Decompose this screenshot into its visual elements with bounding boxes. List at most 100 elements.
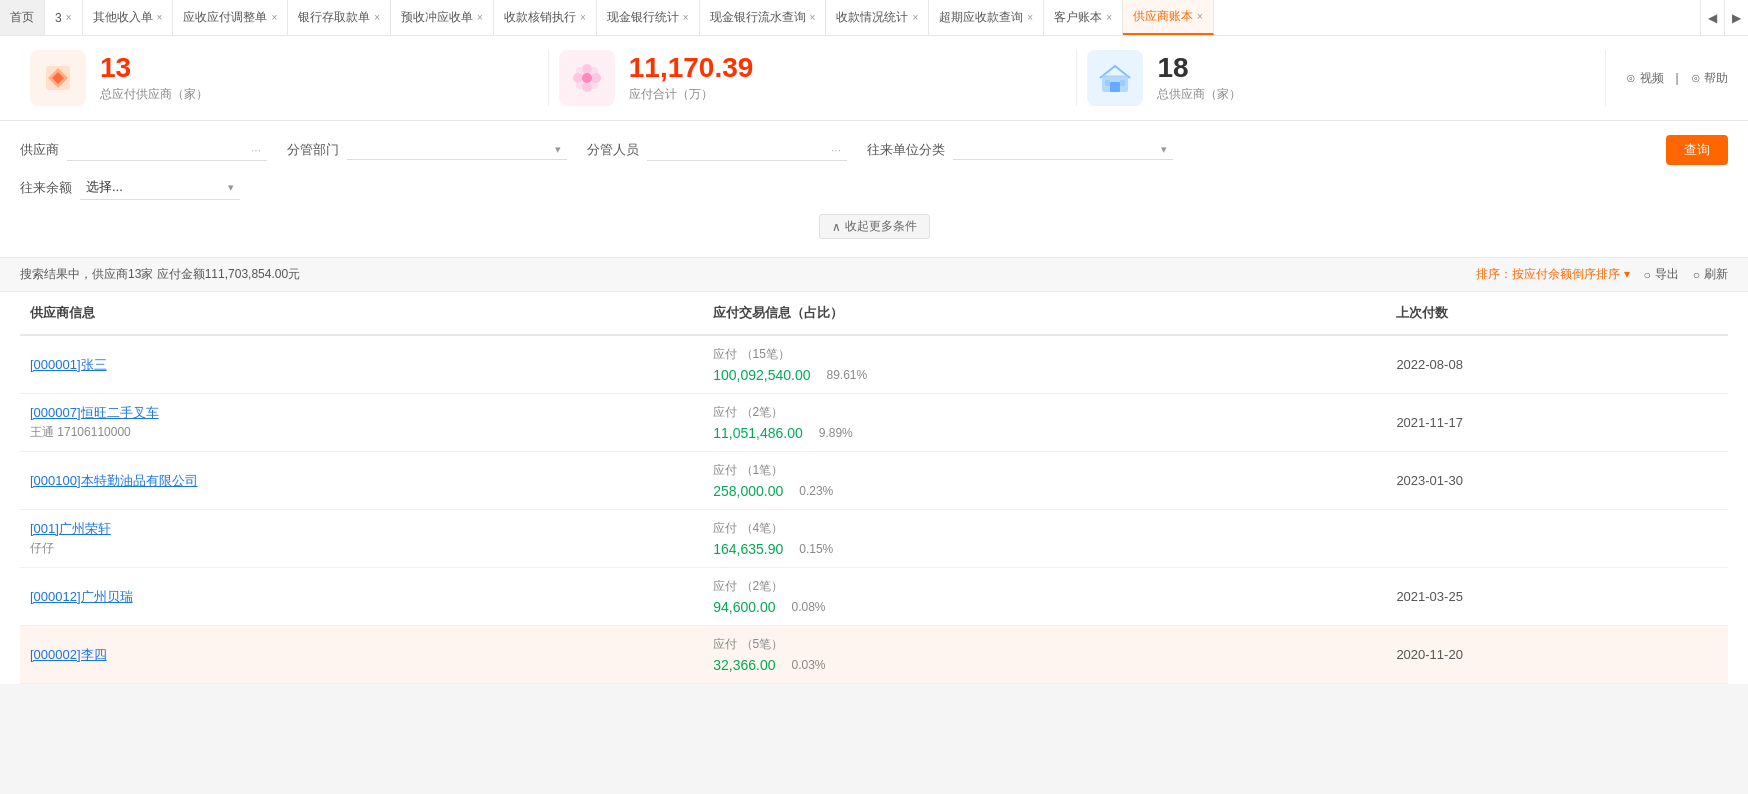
nav-tab-bank[interactable]: 银行存取款单 × [288, 0, 391, 35]
amount-value[interactable]: 11,051,486.00 [713, 425, 803, 441]
last-pay-cell: 2022-08-08 [1386, 335, 1728, 394]
nav-tab-overdue-close[interactable]: × [1027, 12, 1033, 23]
stat-total-suppliers: 18 总供应商（家） [1077, 50, 1606, 106]
collapse-button[interactable]: ∧ 收起更多条件 [819, 214, 930, 239]
amount-value[interactable]: 164,635.90 [713, 541, 783, 557]
tx-label: 应付 （4笔） [713, 520, 1376, 537]
nav-tab-verify-close[interactable]: × [580, 12, 586, 23]
sort-chevron-icon: ▾ [1624, 267, 1630, 281]
table-header: 供应商信息 应付交易信息（占比） 上次付数 [20, 292, 1728, 335]
collapse-icon: ∧ [832, 220, 841, 234]
nav-tab-flow-close[interactable]: × [810, 12, 816, 23]
nav-tab-overdue[interactable]: 超期应收款查询 × [929, 0, 1044, 35]
refresh-icon: ○ [1693, 268, 1700, 282]
category-label: 往来单位分类 [867, 141, 945, 159]
nav-tab-receipt-stat-close[interactable]: × [912, 12, 918, 23]
svg-point-12 [582, 73, 592, 83]
tx-label: 应付 （5笔） [713, 636, 1376, 653]
result-info-text: 搜索结果中，供应商13家 应付金额111,703,854.00元 [20, 266, 300, 283]
stat-payable-total-text: 11,170.39 应付合计（万） [629, 53, 754, 103]
stat-total-suppliers-number: 18 [1157, 53, 1241, 84]
person-label: 分管人员 [587, 141, 639, 159]
stat-payable-total-number: 11,170.39 [629, 53, 754, 84]
nav-tab-bank-label: 银行存取款单 [298, 9, 370, 26]
supplier-link[interactable]: [000100]本特勤油品有限公司 [30, 473, 198, 488]
nav-tab-cashbank[interactable]: 现金银行统计 × [597, 0, 700, 35]
header-separator: | [1676, 71, 1679, 85]
amount-value[interactable]: 100,092,540.00 [713, 367, 810, 383]
nav-tab-flow[interactable]: 现金银行流水查询 × [700, 0, 827, 35]
svg-rect-15 [1105, 80, 1110, 86]
supplier-link[interactable]: [000007]恒旺二手叉车 [30, 405, 159, 420]
percent-value: 0.08% [791, 600, 825, 614]
header-video-link[interactable]: ⊙ 视频 [1626, 70, 1663, 87]
stat-payable-suppliers: 13 总应付供应商（家） [20, 50, 549, 106]
nav-tab-flow-label: 现金银行流水查询 [710, 9, 806, 26]
table-row: [000012]广州贝瑞应付 （2笔）94,600.000.08%2021-03… [20, 568, 1728, 626]
supplier-field: 供应商 ··· [20, 140, 267, 161]
nav-tab-3[interactable]: 3 × [45, 0, 83, 35]
nav-tab-supplier-ledger-close[interactable]: × [1197, 11, 1203, 22]
nav-tab-home[interactable]: 首页 [0, 0, 45, 35]
refresh-button[interactable]: ○ 刷新 [1693, 266, 1728, 283]
table-row: [000100]本特勤油品有限公司应付 （1笔）258,000.000.23%2… [20, 452, 1728, 510]
nav-tab-cashbank-close[interactable]: × [683, 12, 689, 23]
tx-label: 应付 （2笔） [713, 404, 1376, 421]
person-field: 分管人员 ··· [587, 140, 847, 161]
percent-value: 0.23% [799, 484, 833, 498]
nav-tab-customer-ledger-close[interactable]: × [1106, 12, 1112, 23]
amount-value[interactable]: 32,366.00 [713, 657, 775, 673]
supplier-link[interactable]: [001]广州荣轩 [30, 521, 111, 536]
nav-tab-other-income-label: 其他收入单 [93, 9, 153, 26]
export-button[interactable]: ○ 导出 [1644, 266, 1679, 283]
supplier-select[interactable]: ··· [67, 140, 267, 161]
nav-tab-other-income-close[interactable]: × [157, 12, 163, 23]
stats-bar: 13 总应付供应商（家） 11,170.39 应付合计（万） [0, 36, 1748, 121]
category-select[interactable]: ▾ [953, 140, 1173, 160]
balance-select[interactable]: 选择... ▾ [80, 175, 240, 200]
export-icon: ○ [1644, 268, 1651, 282]
supplier-link[interactable]: [000001]张三 [30, 357, 107, 372]
nav-tab-other-income[interactable]: 其他收入单 × [83, 0, 174, 35]
supplier-sub: 王通 17106110000 [30, 424, 693, 441]
nav-tab-verify-label: 收款核销执行 [504, 9, 576, 26]
nav-tab-adjust-close[interactable]: × [271, 12, 277, 23]
query-button[interactable]: 查询 [1666, 135, 1728, 165]
collapse-label: 收起更多条件 [845, 218, 917, 235]
data-table: 供应商信息 应付交易信息（占比） 上次付数 [000001]张三应付 （15笔）… [20, 292, 1728, 684]
dept-select[interactable]: ▾ [347, 140, 567, 160]
result-sort[interactable]: 排序：按应付余额倒序排序 ▾ [1476, 266, 1629, 283]
nav-next-button[interactable]: ▶ [1724, 0, 1748, 35]
table-row: [000007]恒旺二手叉车王通 17106110000 应付 （2笔） 11,05… [20, 394, 1728, 452]
nav-tab-advance-close[interactable]: × [477, 12, 483, 23]
supplier-info-cell: [001]广州荣轩仔仔 [20, 510, 703, 568]
supplier-dots-icon: ··· [251, 143, 261, 157]
tx-info-cell: 应付 （1笔）258,000.000.23% [703, 452, 1386, 510]
tx-info-cell: 应付 （5笔）32,366.000.03% [703, 626, 1386, 684]
balance-chevron-icon: ▾ [228, 181, 234, 194]
nav-tab-verify[interactable]: 收款核销执行 × [494, 0, 597, 35]
person-dots-icon: ··· [831, 143, 841, 157]
supplier-link[interactable]: [000012]广州贝瑞 [30, 589, 133, 604]
nav-tab-adjust[interactable]: 应收应付调整单 × [173, 0, 288, 35]
search-row-1: 供应商 ··· 分管部门 ▾ 分管人员 ··· 往来单位分类 ▾ [20, 135, 1728, 165]
person-select[interactable]: ··· [647, 140, 847, 161]
result-bar-right: 排序：按应付余额倒序排序 ▾ ○ 导出 ○ 刷新 [1476, 266, 1728, 283]
result-sort-label: 排序：按应付余额倒序排序 [1476, 267, 1620, 281]
nav-prev-button[interactable]: ◀ [1700, 0, 1724, 35]
amount-value[interactable]: 258,000.00 [713, 483, 783, 499]
table-row: [000001]张三应付 （15笔）100,092,540.0089.61%20… [20, 335, 1728, 394]
supplier-info-cell: [000002]李四 [20, 626, 703, 684]
nav-tab-customer-ledger[interactable]: 客户账本 × [1044, 0, 1123, 35]
nav-tab-3-close[interactable]: × [66, 12, 72, 23]
supplier-label: 供应商 [20, 141, 59, 159]
amount-value[interactable]: 94,600.00 [713, 599, 775, 615]
nav-tab-supplier-ledger[interactable]: 供应商账本 × [1123, 0, 1214, 35]
table-row: [001]广州荣轩仔仔应付 （4笔）164,635.900.15% [20, 510, 1728, 568]
nav-tab-bank-close[interactable]: × [374, 12, 380, 23]
nav-tab-receipt-stat[interactable]: 收款情况统计 × [826, 0, 929, 35]
category-field: 往来单位分类 ▾ [867, 140, 1173, 160]
supplier-link[interactable]: [000002]李四 [30, 647, 107, 662]
nav-tab-advance[interactable]: 预收冲应收单 × [391, 0, 494, 35]
header-help-link[interactable]: ⊙ 帮助 [1691, 70, 1728, 87]
